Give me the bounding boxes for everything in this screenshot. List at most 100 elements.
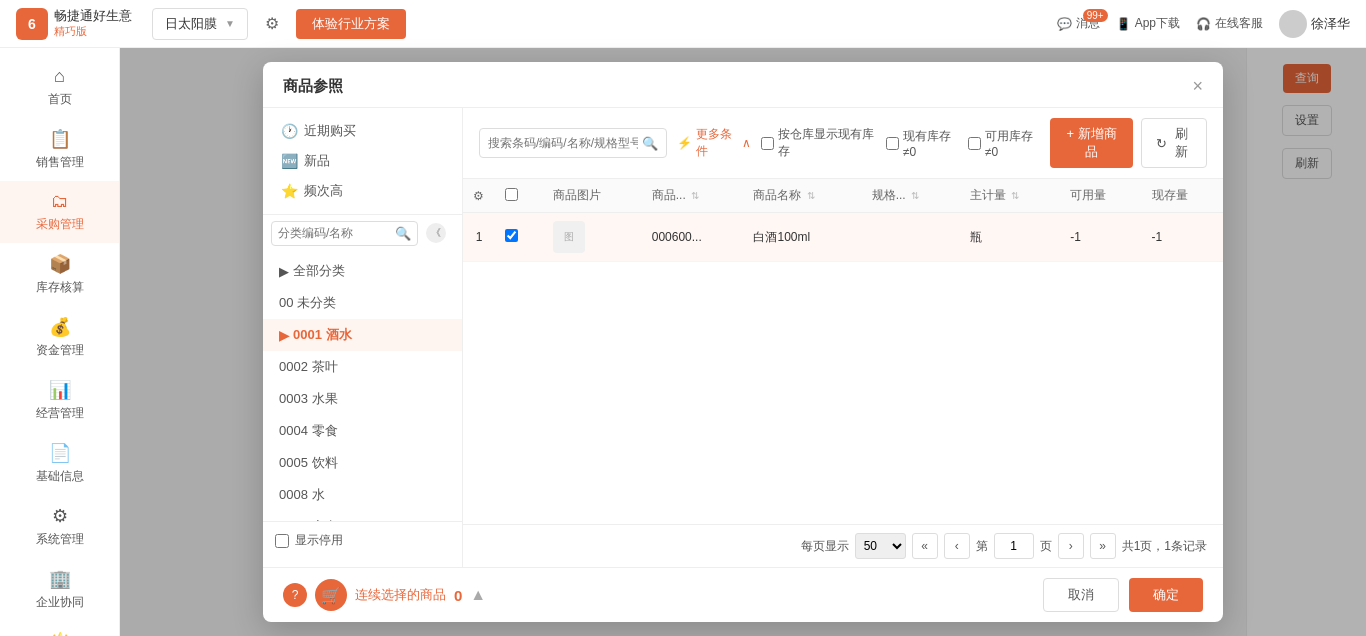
tab-new[interactable]: 🆕 新品 (271, 146, 454, 176)
category-search-input[interactable] (278, 226, 391, 240)
cart-collapse-icon[interactable]: ▲ (470, 586, 486, 604)
page-input[interactable] (994, 533, 1034, 559)
col-settings: ⚙ (463, 179, 495, 213)
new-product-button[interactable]: + 新增商品 (1050, 118, 1133, 168)
filter-icon: ⚡ (677, 136, 692, 150)
sidebar-item-system[interactable]: ⚙ 系统管理 (0, 495, 119, 558)
app-download-item[interactable]: 📱 App下载 (1116, 15, 1180, 32)
refresh-icon: ↻ (1156, 136, 1167, 151)
modal-body: 🕐 近期购买 🆕 新品 ⭐ 频次高 (263, 108, 1223, 567)
product-search-icon[interactable]: 🔍 (642, 136, 658, 151)
prev-page-button[interactable]: ‹ (944, 533, 970, 559)
help-icon[interactable]: ? (283, 583, 307, 607)
sidebar-label-basic: 基础信息 (36, 468, 84, 485)
category-uncategorized[interactable]: 00 未分类 (263, 287, 462, 319)
notification-badge: 99+ (1083, 9, 1108, 22)
col-spec[interactable]: 规格... ⇅ (862, 179, 960, 213)
sidebar-item-finance[interactable]: 💰 资金管理 (0, 306, 119, 369)
category-water[interactable]: 0008 水 (263, 479, 462, 511)
category-fruit-label: 0003 水果 (279, 390, 338, 408)
category-all[interactable]: ▶ 全部分类 (263, 255, 462, 287)
logo-sub: 精巧版 (54, 24, 132, 39)
sidebar-label-system: 系统管理 (36, 531, 84, 548)
sidebar-item-sales[interactable]: 📋 销售管理 (0, 118, 119, 181)
modal-header: 商品参照 × (263, 62, 1223, 108)
category-appliances[interactable]: 0010 家电 (263, 511, 462, 521)
available-checkbox[interactable] (968, 137, 981, 150)
chevron-down-icon: ▼ (225, 18, 235, 29)
logo: 6 畅捷通好生意 精巧版 (16, 8, 132, 40)
tab-recent-label: 近期购买 (304, 122, 356, 140)
sidebar-item-home[interactable]: ⌂ 首页 (0, 56, 119, 118)
col-stock: 现存量 (1142, 179, 1223, 213)
product-search-input[interactable] (488, 136, 638, 150)
sidebar-item-guide[interactable]: 🌟 新手引导 (0, 621, 119, 636)
col-name-label: 商品名称 (753, 188, 801, 202)
row-checkbox[interactable] (505, 229, 518, 242)
col-code[interactable]: 商品... ⇅ (642, 179, 744, 213)
notification-item[interactable]: 💬 消息 99+ (1057, 15, 1100, 32)
tab-frequent-label: 频次高 (304, 182, 343, 200)
cart-icon[interactable]: 🛒 (315, 579, 347, 611)
finance-icon: 💰 (49, 316, 71, 338)
col-image: 商品图片 (543, 179, 642, 213)
filter-check-warehouse: 按仓库显示现有库存 (761, 126, 876, 160)
modal-left-panel: 🕐 近期购买 🆕 新品 ⭐ 频次高 (263, 108, 463, 567)
sidebar-item-operations[interactable]: 📊 经营管理 (0, 369, 119, 432)
category-liquor[interactable]: ▶ 0001 酒水 (263, 319, 462, 351)
category-drinks[interactable]: 0005 饮料 (263, 447, 462, 479)
filter-more-button[interactable]: ⚡ 更多条件 ∧ (677, 126, 751, 160)
row-unit: 瓶 (960, 213, 1061, 262)
confirm-button[interactable]: 确定 (1129, 578, 1203, 612)
cancel-button[interactable]: 取消 (1043, 578, 1119, 612)
col-spec-label: 规格... (872, 188, 906, 202)
user-info[interactable]: 徐泽华 (1279, 10, 1350, 38)
category-fruit[interactable]: 0003 水果 (263, 383, 462, 415)
headset-icon: 🎧 (1196, 17, 1211, 31)
search-icon[interactable]: 🔍 (395, 226, 411, 241)
col-name[interactable]: 商品名称 ⇅ (743, 179, 861, 213)
collapse-button[interactable]: 《 (426, 223, 446, 243)
refresh-label: 刷新 (1171, 125, 1192, 161)
logo-text: 畅捷通好生意 (54, 8, 132, 25)
category-search: 🔍 (271, 221, 418, 246)
product-thumbnail: 图 (553, 221, 585, 253)
last-page-button[interactable]: » (1090, 533, 1116, 559)
stock-label: 现有库存≠0 (903, 128, 958, 159)
category-tea[interactable]: 0002 茶叶 (263, 351, 462, 383)
category-snacks[interactable]: 0004 零食 (263, 415, 462, 447)
per-page-select[interactable]: 50 10 20 100 (855, 533, 906, 559)
sidebar-item-stock[interactable]: 📦 库存核算 (0, 243, 119, 306)
tab-recent[interactable]: 🕐 近期购买 (271, 116, 454, 146)
product-table: ⚙ 商品图片 商品... ⇅ (463, 179, 1223, 262)
nav-dropdown-label: 日太阳膜 (165, 15, 217, 33)
product-search-bar: 🔍 (479, 128, 667, 158)
show-disabled-checkbox[interactable] (275, 534, 289, 548)
trial-button[interactable]: 体验行业方案 (296, 9, 406, 39)
sidebar-item-basic[interactable]: 📄 基础信息 (0, 432, 119, 495)
product-reference-modal: 商品参照 × 🕐 近期购买 🆕 (263, 62, 1223, 622)
sidebar-item-enterprise[interactable]: 🏢 企业协同 (0, 558, 119, 621)
nav-dropdown[interactable]: 日太阳膜 ▼ (152, 8, 248, 40)
basic-icon: 📄 (49, 442, 71, 464)
modal-close-button[interactable]: × (1192, 76, 1203, 97)
next-page-button[interactable]: › (1058, 533, 1084, 559)
tab-frequent[interactable]: ⭐ 频次高 (271, 176, 454, 206)
service-item[interactable]: 🎧 在线客服 (1196, 15, 1263, 32)
col-settings-icon[interactable]: ⚙ (473, 189, 484, 203)
col-unit[interactable]: 主计量 ⇅ (960, 179, 1061, 213)
modal-toolbar: 🔍 ⚡ 更多条件 ∧ 按仓库显示现有库存 (463, 108, 1223, 179)
table-row[interactable]: 1 图 000600... 白酒100ml (463, 213, 1223, 262)
modal-left-footer: 显示停用 (263, 521, 462, 559)
first-page-button[interactable]: « (912, 533, 938, 559)
sidebar-label-operations: 经营管理 (36, 405, 84, 422)
warehouse-checkbox[interactable] (761, 137, 774, 150)
settings-button[interactable]: ⚙ (256, 8, 288, 40)
sidebar-item-purchase[interactable]: 🗂 采购管理 (0, 181, 119, 243)
filter-label: 更多条件 (696, 126, 738, 160)
refresh-button[interactable]: ↻ 刷新 (1141, 118, 1207, 168)
stock-checkbox[interactable] (886, 137, 899, 150)
select-all-checkbox[interactable] (505, 188, 518, 201)
per-page-label: 每页显示 (801, 538, 849, 555)
category-list: ▶ 全部分类 00 未分类 ▶ 0001 酒水 0002 茶 (263, 251, 462, 521)
